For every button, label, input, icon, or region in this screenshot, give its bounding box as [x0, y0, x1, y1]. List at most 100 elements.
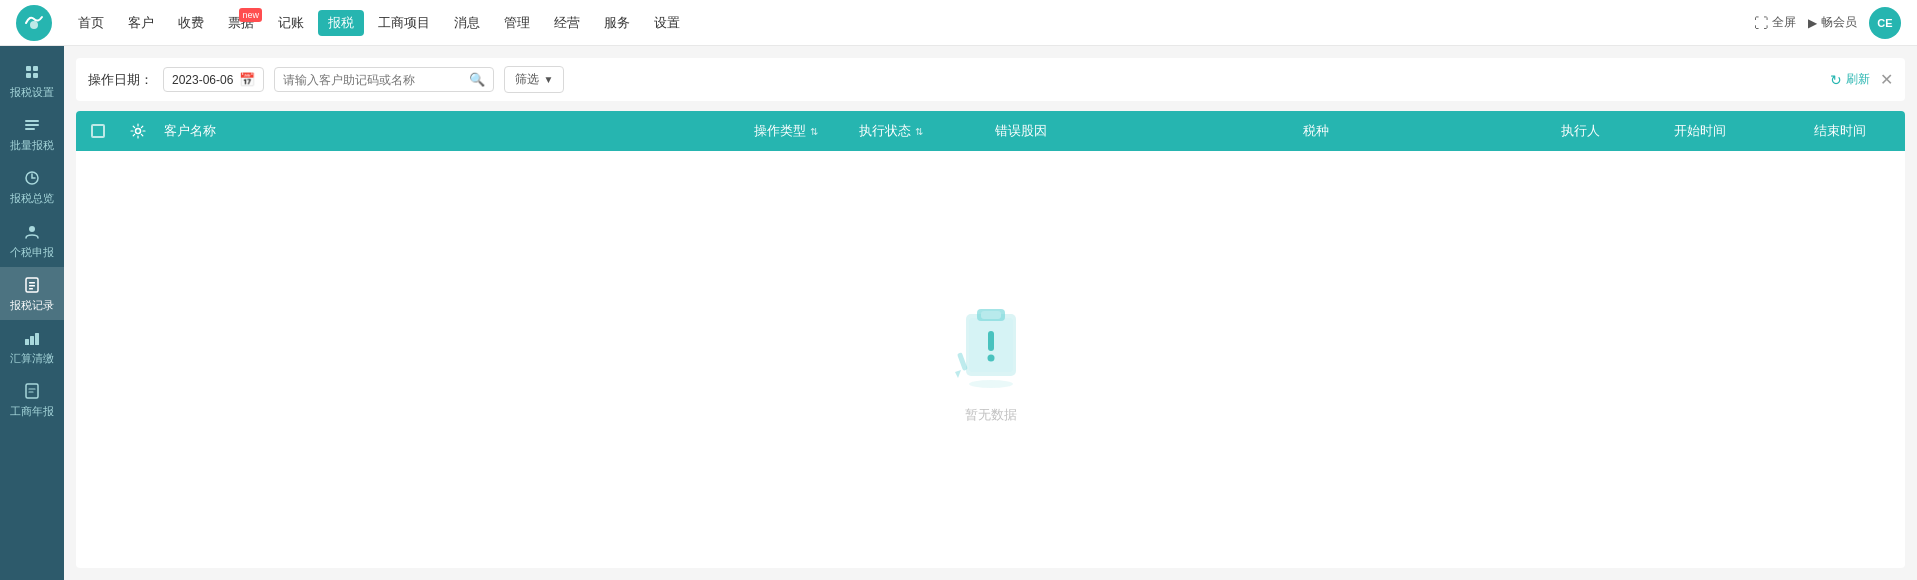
member-label: 畅会员 — [1821, 14, 1857, 31]
svg-point-25 — [987, 354, 994, 361]
sidebar-item-settlement[interactable]: 汇算清缴 — [0, 320, 64, 373]
svg-rect-5 — [33, 73, 38, 78]
sidebar-item-tax-overview[interactable]: 报税总览 — [0, 160, 64, 213]
svg-rect-23 — [981, 311, 1001, 319]
nav-right: ⛶ 全屏 ▶ 畅会员 CE — [1754, 7, 1901, 39]
sidebar-item-tax-settings[interactable]: 报税设置 — [0, 54, 64, 107]
user-avatar[interactable]: CE — [1869, 7, 1901, 39]
nav-settings[interactable]: 设置 — [644, 10, 690, 36]
new-badge: new — [239, 8, 262, 22]
fullscreen-icon: ⛶ — [1754, 15, 1768, 31]
member-button[interactable]: ▶ 畅会员 — [1808, 14, 1857, 31]
nav-operations[interactable]: 经营 — [544, 10, 590, 36]
sidebar-label-batch-tax: 批量报税 — [10, 139, 54, 152]
nav-tax[interactable]: 报税 — [318, 10, 364, 36]
svg-rect-3 — [33, 66, 38, 71]
empty-state: 暂无数据 — [941, 296, 1041, 424]
nav-billing[interactable]: 收费 — [168, 10, 214, 36]
search-wrapper[interactable]: 🔍 — [274, 67, 494, 92]
chevron-down-icon: ▼ — [543, 74, 553, 85]
svg-point-10 — [29, 226, 35, 232]
sidebar-label-settlement: 汇算清缴 — [10, 352, 54, 365]
nav-invoice[interactable]: 票据 new — [218, 10, 264, 36]
nav-customer[interactable]: 客户 — [118, 10, 164, 36]
video-icon: ▶ — [1808, 16, 1817, 30]
nav-items: 首页 客户 收费 票据 new 记账 报税 工商项目 消息 管理 经营 服务 设… — [68, 10, 1754, 36]
filter-button[interactable]: 筛选 ▼ — [504, 66, 564, 93]
refresh-label: 刷新 — [1846, 71, 1870, 88]
settlement-icon — [22, 328, 42, 348]
search-input[interactable] — [283, 73, 469, 87]
svg-rect-4 — [26, 73, 31, 78]
empty-illustration — [941, 296, 1041, 396]
th-starttime: 开始时间 — [1625, 122, 1775, 140]
person-icon — [22, 222, 42, 242]
top-navigation: 首页 客户 收费 票据 new 记账 报税 工商项目 消息 管理 经营 服务 设… — [0, 0, 1917, 46]
content-area: 操作日期： 2023-06-06 📅 🔍 筛选 ▼ ↻ 刷新 ✕ — [64, 46, 1917, 580]
sidebar: 报税设置 批量报税 报税总览 — [0, 46, 64, 580]
nav-accounts[interactable]: 记账 — [268, 10, 314, 36]
sidebar-item-batch-tax[interactable]: 批量报税 — [0, 107, 64, 160]
records-icon — [22, 275, 42, 295]
main-layout: 报税设置 批量报税 报税总览 — [0, 46, 1917, 580]
gear-icon — [22, 62, 42, 82]
search-icon: 🔍 — [469, 72, 485, 87]
column-settings[interactable] — [120, 123, 156, 139]
svg-point-19 — [136, 129, 141, 134]
svg-point-28 — [969, 380, 1013, 388]
svg-rect-6 — [25, 120, 39, 122]
batch-icon — [22, 115, 42, 135]
annual-icon — [22, 381, 42, 401]
th-taxtype: 税种 — [1096, 122, 1535, 140]
svg-rect-15 — [25, 339, 29, 345]
nav-management[interactable]: 管理 — [494, 10, 540, 36]
filter-label: 筛选 — [515, 71, 539, 88]
date-label: 操作日期： — [88, 71, 153, 89]
fullscreen-label: 全屏 — [1772, 14, 1796, 31]
sidebar-label-tax-overview: 报税总览 — [10, 192, 54, 205]
table-body: 暂无数据 — [76, 151, 1905, 568]
app-logo[interactable] — [16, 5, 52, 41]
svg-rect-12 — [29, 282, 35, 284]
svg-rect-24 — [988, 331, 994, 351]
svg-rect-8 — [25, 128, 35, 130]
svg-rect-16 — [30, 336, 34, 345]
svg-marker-27 — [955, 370, 961, 378]
table-header: 客户名称 操作类型 ⇅ 执行状态 ⇅ 错误股因 税种 执行人 开始时间 结束时间 — [76, 111, 1905, 151]
svg-rect-17 — [35, 333, 39, 345]
th-erreason: 错误股因 — [946, 122, 1096, 140]
date-value: 2023-06-06 — [172, 73, 233, 87]
svg-rect-18 — [26, 384, 38, 398]
th-client: 客户名称 — [156, 122, 736, 140]
svg-point-1 — [30, 21, 38, 29]
nav-messages[interactable]: 消息 — [444, 10, 490, 36]
refresh-button[interactable]: ↻ 刷新 — [1830, 71, 1870, 88]
date-picker[interactable]: 2023-06-06 📅 — [163, 67, 264, 92]
refresh-icon: ↻ — [1830, 72, 1842, 88]
th-executor: 执行人 — [1535, 122, 1625, 140]
svg-rect-2 — [26, 66, 31, 71]
sidebar-item-personal-tax[interactable]: 个税申报 — [0, 214, 64, 267]
toolbar-right: ↻ 刷新 ✕ — [1830, 71, 1893, 88]
sort-icon-exstatus: ⇅ — [915, 126, 923, 137]
table-container: 客户名称 操作类型 ⇅ 执行状态 ⇅ 错误股因 税种 执行人 开始时间 结束时间 — [76, 111, 1905, 568]
sidebar-label-tax-records: 报税记录 — [10, 299, 54, 312]
sidebar-label-personal-tax: 个税申报 — [10, 246, 54, 259]
svg-rect-13 — [29, 285, 35, 287]
th-endtime: 结束时间 — [1775, 122, 1905, 140]
nav-home[interactable]: 首页 — [68, 10, 114, 36]
sidebar-label-tax-settings: 报税设置 — [10, 86, 54, 99]
nav-services[interactable]: 服务 — [594, 10, 640, 36]
toolbar: 操作日期： 2023-06-06 📅 🔍 筛选 ▼ ↻ 刷新 ✕ — [76, 58, 1905, 101]
sidebar-item-tax-records[interactable]: 报税记录 — [0, 267, 64, 320]
th-exstatus[interactable]: 执行状态 ⇅ — [836, 122, 946, 140]
svg-rect-7 — [25, 124, 39, 126]
svg-rect-14 — [29, 288, 33, 290]
close-button[interactable]: ✕ — [1880, 72, 1893, 88]
nav-bizproject[interactable]: 工商项目 — [368, 10, 440, 36]
th-optype[interactable]: 操作类型 ⇅ — [736, 122, 836, 140]
checkbox-all[interactable] — [76, 124, 120, 138]
fullscreen-button[interactable]: ⛶ 全屏 — [1754, 14, 1796, 31]
overview-icon — [22, 168, 42, 188]
sidebar-item-annual-report[interactable]: 工商年报 — [0, 373, 64, 426]
